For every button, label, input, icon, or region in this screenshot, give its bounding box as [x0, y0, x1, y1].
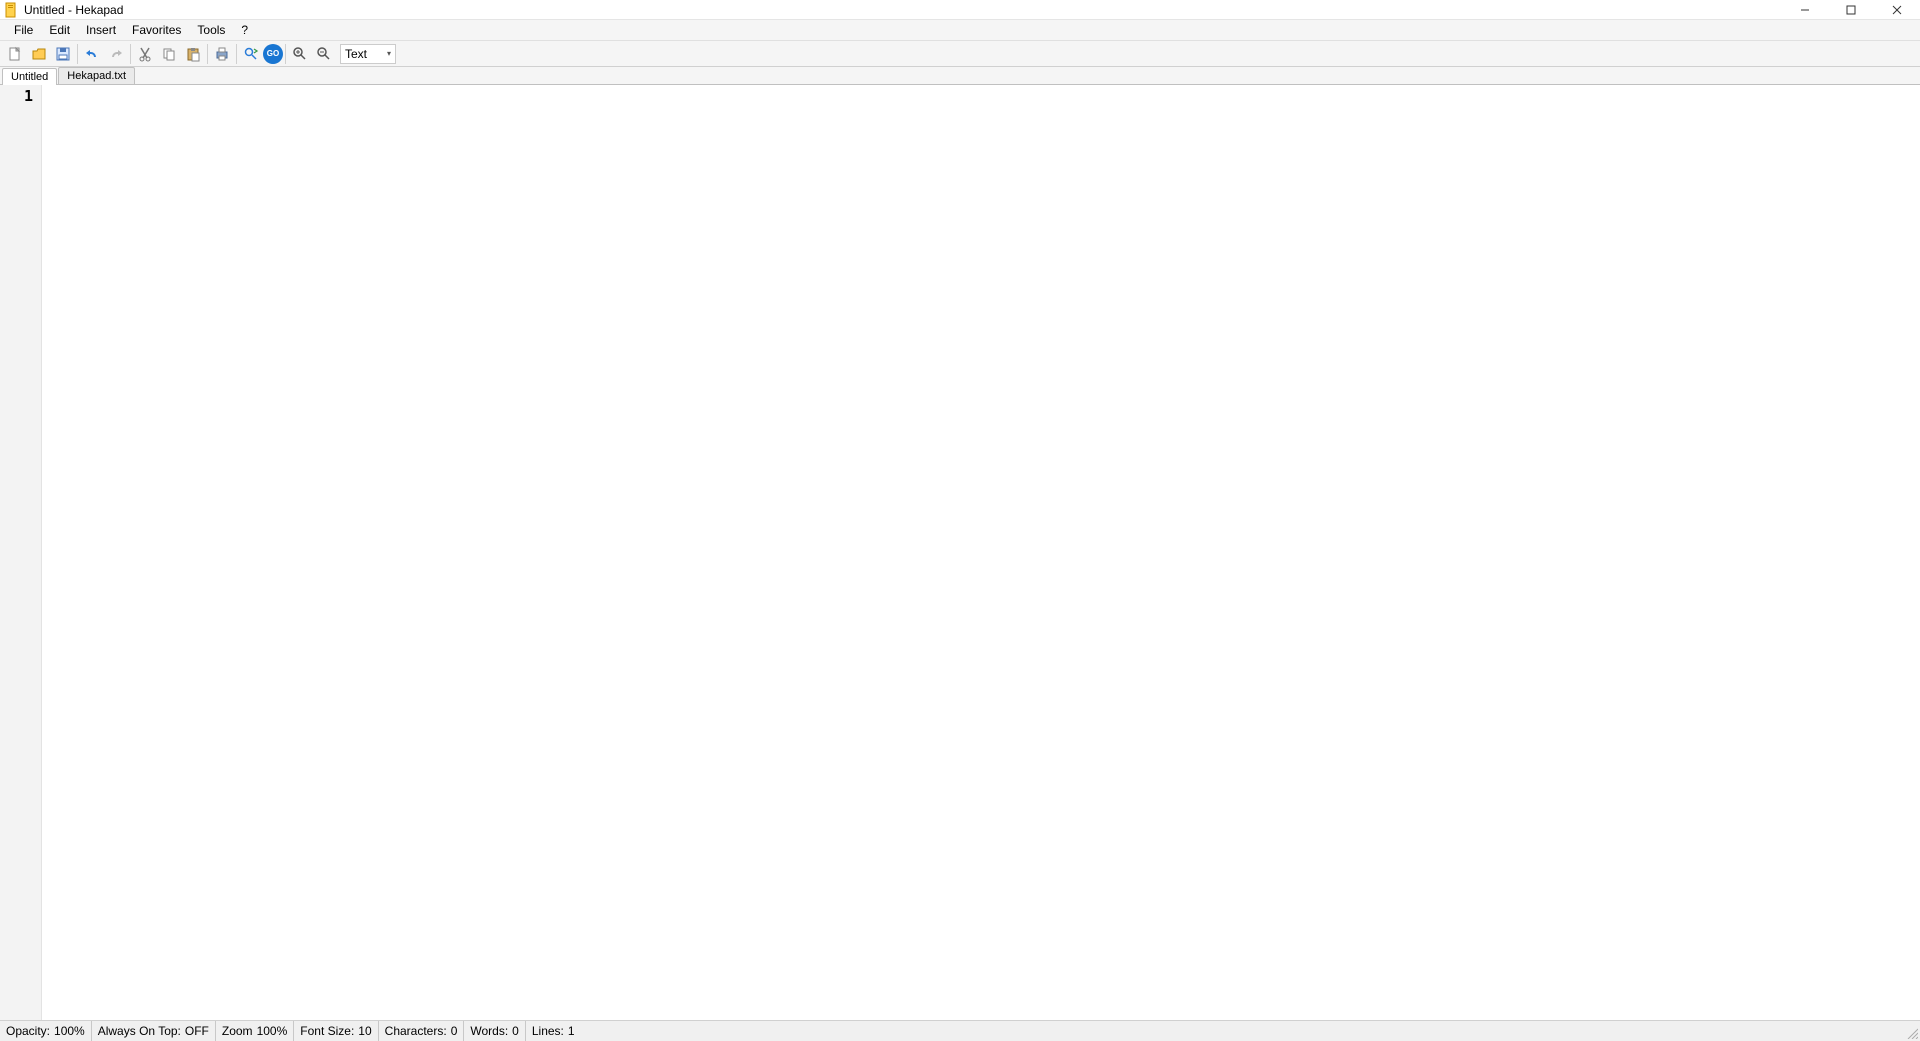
close-button[interactable]	[1874, 0, 1920, 20]
open-file-button[interactable]	[27, 42, 51, 66]
print-button[interactable]	[210, 42, 234, 66]
copy-icon	[161, 46, 177, 62]
status-zoom[interactable]: Zoom 100%	[216, 1021, 294, 1041]
document-tab[interactable]: Hekapad.txt	[58, 67, 135, 84]
titlebar: Untitled - Hekapad	[0, 0, 1920, 20]
paste-button[interactable]	[181, 42, 205, 66]
status-value: 10	[358, 1024, 371, 1038]
cut-icon	[137, 46, 153, 62]
status-font-size[interactable]: Font Size: 10	[294, 1021, 378, 1041]
syntax-mode-combo[interactable]: Text ▾	[340, 44, 396, 64]
syntax-mode-value: Text	[345, 47, 367, 61]
toolbar: GO Text ▾	[0, 41, 1920, 67]
go-icon: GO	[267, 49, 279, 58]
zoom-out-button[interactable]	[312, 42, 336, 66]
status-label: Characters:	[385, 1024, 447, 1038]
zoom-in-icon	[292, 46, 308, 62]
status-value: 100%	[257, 1024, 288, 1038]
redo-icon	[108, 46, 124, 62]
status-opacity[interactable]: Opacity: 100%	[0, 1021, 92, 1041]
maximize-button[interactable]	[1828, 0, 1874, 20]
save-button[interactable]	[51, 42, 75, 66]
menu-insert[interactable]: Insert	[78, 20, 124, 40]
status-label: Zoom	[222, 1024, 253, 1038]
document-tab-strip: Untitled Hekapad.txt	[0, 67, 1920, 85]
status-label: Lines:	[532, 1024, 564, 1038]
cut-button[interactable]	[133, 42, 157, 66]
status-always-on-top[interactable]: Always On Top: OFF	[92, 1021, 216, 1041]
toolbar-separator	[130, 44, 131, 64]
save-icon	[55, 46, 71, 62]
menubar: File Edit Insert Favorites Tools ?	[0, 20, 1920, 41]
find-replace-button[interactable]	[239, 42, 263, 66]
redo-button[interactable]	[104, 42, 128, 66]
resize-grip-icon[interactable]	[1906, 1027, 1918, 1039]
menu-file[interactable]: File	[6, 20, 41, 40]
status-value: 0	[512, 1024, 519, 1038]
zoom-out-icon	[316, 46, 332, 62]
open-folder-icon	[31, 46, 47, 62]
window-title: Untitled - Hekapad	[24, 3, 123, 17]
window-controls	[1782, 0, 1920, 20]
menu-help[interactable]: ?	[233, 20, 256, 40]
status-characters: Characters: 0	[379, 1021, 465, 1041]
new-file-icon	[7, 46, 23, 62]
find-replace-icon	[243, 46, 259, 62]
toolbar-separator	[207, 44, 208, 64]
menu-favorites[interactable]: Favorites	[124, 20, 189, 40]
status-value: 100%	[54, 1024, 85, 1038]
statusbar: Opacity: 100% Always On Top: OFF Zoom 10…	[0, 1020, 1920, 1041]
chevron-down-icon: ▾	[387, 49, 391, 58]
status-label: Words:	[470, 1024, 508, 1038]
undo-icon	[84, 46, 100, 62]
status-value: OFF	[185, 1024, 209, 1038]
status-words: Words: 0	[464, 1021, 525, 1041]
status-label: Always On Top:	[98, 1024, 181, 1038]
menu-tools[interactable]: Tools	[189, 20, 233, 40]
menu-edit[interactable]: Edit	[41, 20, 78, 40]
go-button[interactable]: GO	[263, 44, 283, 64]
editor-area: 1	[0, 85, 1920, 1020]
minimize-button[interactable]	[1782, 0, 1828, 20]
status-value: 0	[451, 1024, 458, 1038]
status-label: Font Size:	[300, 1024, 354, 1038]
paste-icon	[185, 46, 201, 62]
status-value: 1	[568, 1024, 575, 1038]
undo-button[interactable]	[80, 42, 104, 66]
text-editor[interactable]	[42, 85, 1920, 1020]
zoom-in-button[interactable]	[288, 42, 312, 66]
status-lines: Lines: 1	[526, 1021, 581, 1041]
copy-button[interactable]	[157, 42, 181, 66]
app-icon	[4, 2, 20, 18]
print-icon	[214, 46, 230, 62]
line-number: 1	[0, 87, 33, 105]
line-number-gutter: 1	[0, 85, 42, 1020]
document-tab[interactable]: Untitled	[2, 68, 57, 85]
toolbar-separator	[236, 44, 237, 64]
toolbar-separator	[285, 44, 286, 64]
toolbar-separator	[77, 44, 78, 64]
new-file-button[interactable]	[3, 42, 27, 66]
status-label: Opacity:	[6, 1024, 50, 1038]
